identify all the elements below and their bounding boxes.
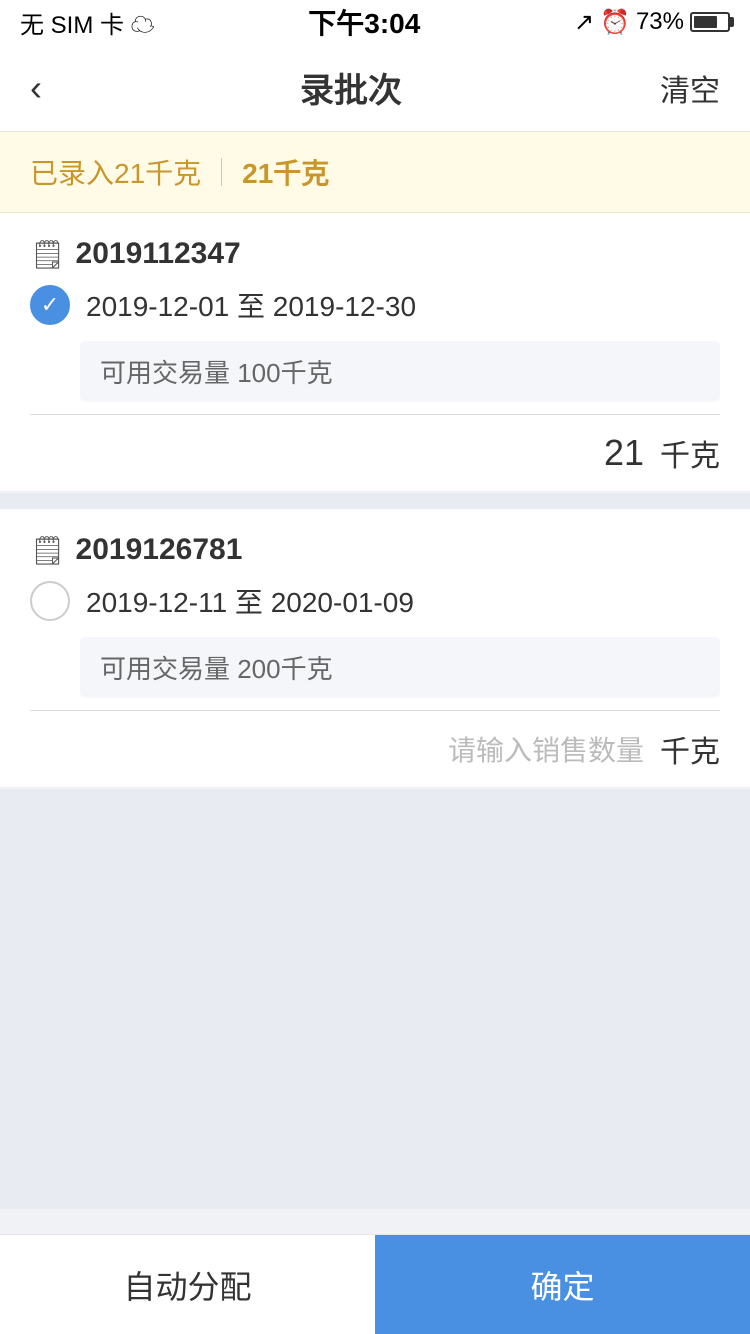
- confirm-button[interactable]: 确定: [375, 1235, 750, 1334]
- batch-2-quantity-row: 请输入销售数量 千克: [0, 711, 750, 787]
- status-time: 下午3:04: [308, 2, 420, 42]
- batch-doc-icon-2: 🗒: [30, 534, 66, 567]
- summary-bar: 已录入21千克 21千克: [0, 132, 750, 213]
- batch-card-2: 🗒 2019126781 2019-12-11 至 2020-01-09 可用交…: [0, 509, 750, 787]
- batch-2-available: 可用交易量 200千克: [80, 637, 720, 698]
- nav-bar: ‹ 录批次 清空: [0, 44, 750, 132]
- batch-card-1: 🗒 2019112347 ✓ 2019-12-01 至 2019-12-30 可…: [0, 213, 750, 491]
- bottom-bar: 自动分配 确定: [0, 1234, 750, 1334]
- empty-area: [0, 789, 750, 1209]
- batch-2-radio[interactable]: [30, 581, 70, 621]
- batch-1-available: 可用交易量 100千克: [80, 341, 720, 402]
- auto-distribute-button[interactable]: 自动分配: [0, 1235, 375, 1334]
- batch-1-radio[interactable]: ✓: [30, 285, 70, 325]
- batch-2-date-row[interactable]: 2019-12-11 至 2020-01-09: [0, 577, 750, 631]
- batch-1-unit: 千克: [660, 431, 720, 475]
- batch-2-id: 2019126781: [76, 533, 243, 567]
- batch-1-id: 2019112347: [76, 237, 241, 271]
- page-title: 录批次: [300, 63, 402, 112]
- batch-2-header: 🗒 2019126781: [0, 509, 750, 577]
- summary-label: 已录入21千克: [30, 152, 201, 192]
- back-button[interactable]: ‹: [30, 67, 42, 109]
- clear-button[interactable]: 清空: [660, 66, 720, 110]
- battery-percent: 73%: [636, 8, 684, 36]
- batch-1-date: 2019-12-01 至 2019-12-30: [86, 285, 416, 325]
- batch-2-quantity-placeholder[interactable]: 请输入销售数量: [448, 729, 644, 769]
- batch-1-quantity[interactable]: 21: [604, 432, 644, 474]
- summary-divider: [221, 158, 222, 186]
- status-left: 无 SIM 卡 ☁: [20, 5, 155, 40]
- main-content: 已录入21千克 21千克 🗒 2019112347 ✓ 2019-12-01 至…: [0, 132, 750, 1309]
- battery-icon: [690, 12, 730, 32]
- batch-2-date: 2019-12-11 至 2020-01-09: [86, 581, 414, 621]
- alarm-icon: ⏰: [600, 8, 630, 37]
- status-bar: 无 SIM 卡 ☁ 下午3:04 ↗ ⏰ 73%: [0, 0, 750, 44]
- sim-status: 无 SIM 卡 ☁: [20, 5, 155, 40]
- batch-1-quantity-row: 21 千克: [0, 415, 750, 491]
- check-icon-1: ✓: [41, 292, 59, 318]
- section-divider: [0, 493, 750, 509]
- batch-1-date-row[interactable]: ✓ 2019-12-01 至 2019-12-30: [0, 281, 750, 335]
- batch-doc-icon-1: 🗒: [30, 238, 66, 271]
- summary-value: 21千克: [242, 152, 329, 192]
- status-right: ↗ ⏰ 73%: [574, 8, 730, 37]
- location-icon: ↗: [574, 8, 594, 37]
- batch-1-header: 🗒 2019112347: [0, 213, 750, 281]
- batch-2-unit: 千克: [660, 727, 720, 771]
